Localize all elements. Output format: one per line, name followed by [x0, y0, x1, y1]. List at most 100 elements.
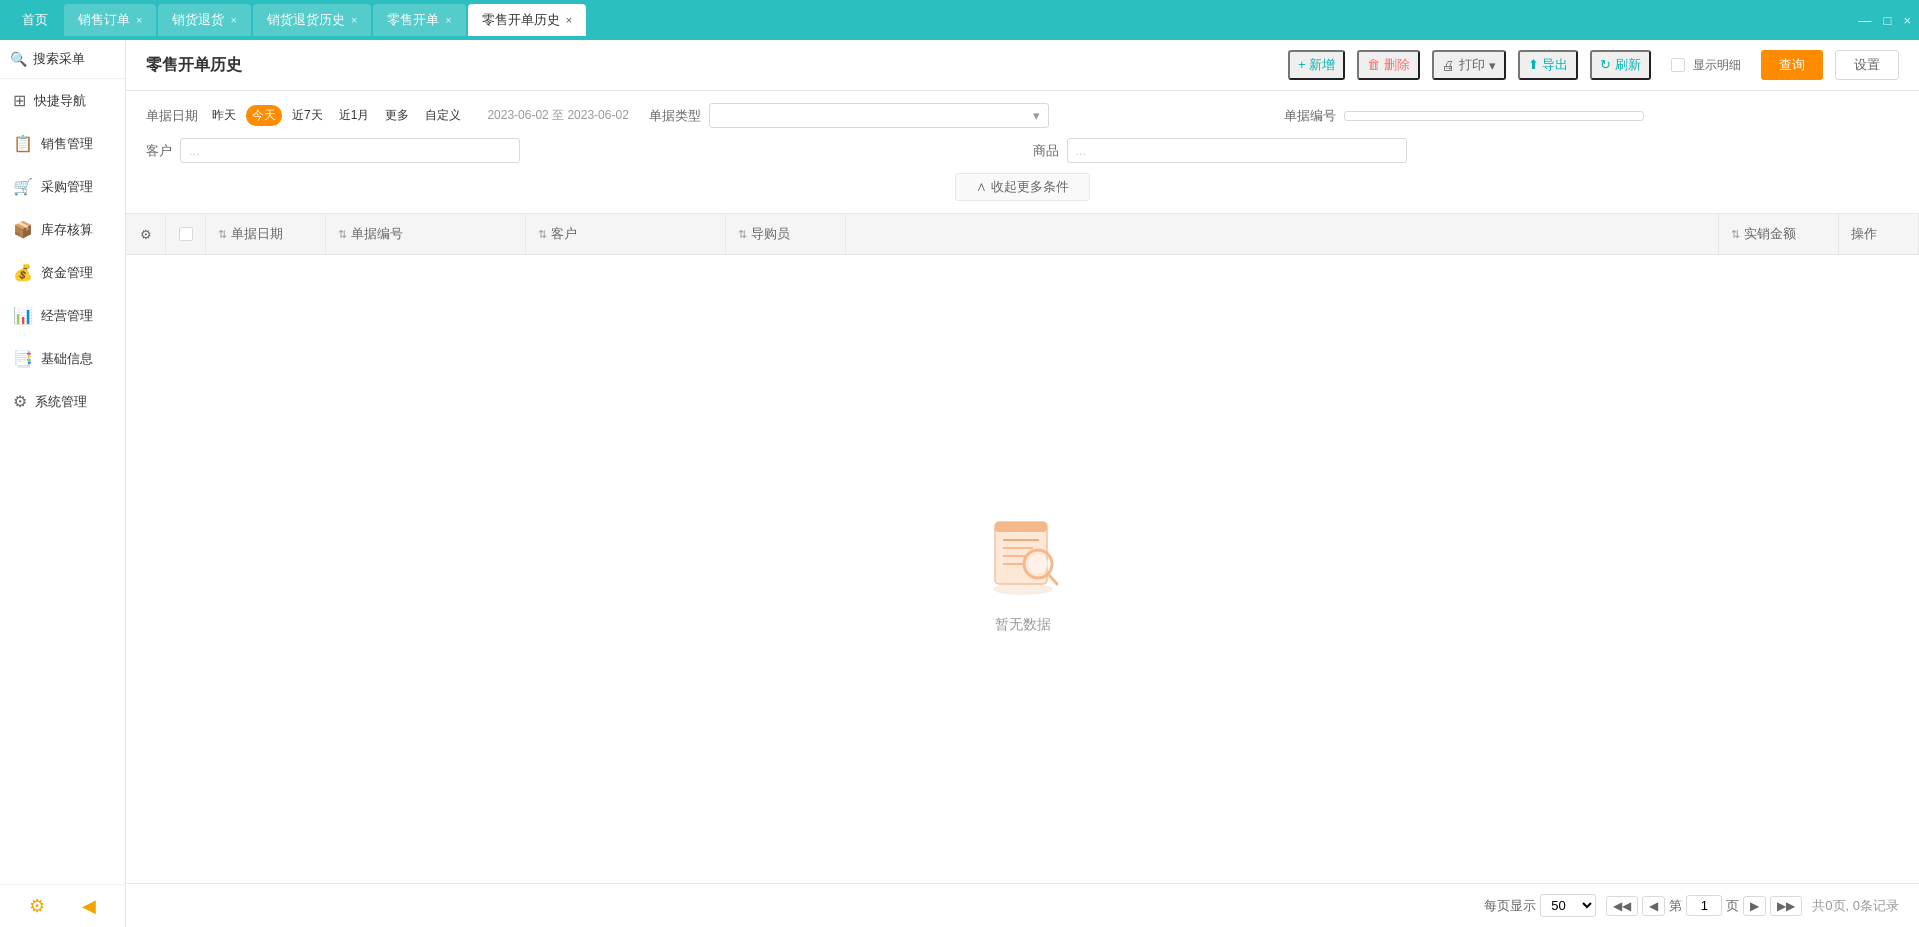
sidebar-item-purchase-mgmt[interactable]: 🛒 采购管理 — [0, 165, 125, 208]
tab-sales-order[interactable]: 销售订单 × — [64, 4, 156, 36]
sort-icon-guide: ⇅ — [738, 228, 747, 241]
operations-icon: 📊 — [13, 306, 33, 325]
page-size-dropdown[interactable]: 50 100 200 — [1540, 894, 1596, 917]
sidebar-item-basic-info-label: 基础信息 — [41, 350, 93, 368]
date-range-display: 2023-06-02 至 2023-06-02 — [487, 107, 628, 124]
tab-sales-order-close[interactable]: × — [136, 14, 142, 26]
date-filter-label: 单据日期 — [146, 107, 198, 125]
top-bar: 首页 销售订单 × 销货退货 × 销货退货历史 × 零售开单 × 零售开单历史 … — [0, 0, 1919, 40]
header-checkbox[interactable] — [179, 227, 193, 241]
sidebar-search[interactable]: 🔍 搜索采单 — [0, 40, 125, 79]
th-customer-label: 客户 — [551, 225, 577, 243]
date-option-7days[interactable]: 近7天 — [286, 105, 329, 126]
sidebar-bottom: ⚙ ◀ — [0, 884, 125, 927]
sidebar-item-inventory-label: 库存核算 — [41, 221, 93, 239]
sidebar-collapse-icon[interactable]: ◀ — [82, 895, 96, 917]
print-button[interactable]: 🖨 打印 ▾ — [1432, 50, 1506, 80]
th-amount[interactable]: ⇅ 实销金额 — [1719, 214, 1839, 254]
tab-sales-order-label: 销售订单 — [78, 11, 130, 29]
sales-mgmt-icon: 📋 — [13, 134, 33, 153]
maximize-button[interactable]: □ — [1884, 13, 1892, 28]
svg-line-9 — [1048, 574, 1057, 584]
finance-icon: 💰 — [13, 263, 33, 282]
sidebar-item-finance[interactable]: 💰 资金管理 — [0, 251, 125, 294]
tab-home[interactable]: 首页 — [8, 4, 62, 36]
order-no-input[interactable] — [1344, 111, 1644, 121]
pagination-bar: 每页显示 50 100 200 ◀◀ ◀ 第 页 ▶ ▶▶ 共0页, 0条记录 — [126, 883, 1919, 927]
tab-retail-open-history[interactable]: 零售开单历史 × — [468, 4, 586, 36]
th-spacer — [846, 214, 1719, 254]
sidebar-item-system-mgmt[interactable]: ⚙ 系统管理 — [0, 380, 125, 423]
customer-input[interactable]: ... — [180, 138, 520, 163]
svg-point-0 — [993, 583, 1053, 595]
date-option-1month[interactable]: 近1月 — [333, 105, 376, 126]
per-page-select: 每页显示 50 100 200 — [1484, 894, 1596, 917]
tab-sales-return-label: 销货退货 — [172, 11, 224, 29]
date-option-today[interactable]: 今天 — [246, 105, 282, 126]
page-header: 零售开单历史 + 新增 🗑 删除 🖨 打印 ▾ ⬆ 导出 ↻ 刷新 显示明细 查… — [126, 40, 1919, 91]
sidebar-item-system-mgmt-label: 系统管理 — [35, 393, 87, 411]
th-checkbox[interactable] — [166, 214, 206, 254]
date-option-yesterday[interactable]: 昨天 — [206, 105, 242, 126]
sidebar-item-quick-nav[interactable]: ⊞ 快捷导航 — [0, 79, 125, 122]
content-area: 零售开单历史 + 新增 🗑 删除 🖨 打印 ▾ ⬆ 导出 ↻ 刷新 显示明细 查… — [126, 40, 1919, 927]
type-select[interactable]: ▾ — [709, 103, 1049, 128]
customer-input-dots: ... — [189, 143, 200, 158]
page-number-input[interactable] — [1686, 895, 1722, 916]
sidebar-settings-icon[interactable]: ⚙ — [29, 895, 45, 917]
close-button[interactable]: × — [1903, 13, 1911, 28]
tab-bar: 首页 销售订单 × 销货退货 × 销货退货历史 × 零售开单 × 零售开单历史 … — [8, 4, 1859, 36]
quick-nav-icon: ⊞ — [13, 91, 26, 110]
sidebar-item-inventory[interactable]: 📦 库存核算 — [0, 208, 125, 251]
filter-more-button[interactable]: ∧ 收起更多条件 — [955, 173, 1090, 201]
product-input[interactable]: ... — [1067, 138, 1407, 163]
settings-button[interactable]: 设置 — [1835, 50, 1899, 80]
sidebar-item-operations[interactable]: 📊 经营管理 — [0, 294, 125, 337]
tab-sales-return-history-label: 销货退货历史 — [267, 11, 345, 29]
tab-retail-open-close[interactable]: × — [445, 14, 451, 26]
delete-button[interactable]: 🗑 删除 — [1357, 50, 1420, 80]
display-detail-label[interactable]: 显示明细 — [1663, 53, 1749, 78]
filter-group-product: 商品 ... — [1033, 138, 1900, 163]
print-dropdown-icon: ▾ — [1489, 58, 1496, 73]
table-header: ⚙ ⇅ 单据日期 ⇅ 单据编号 ⇅ 客户 ⇅ 导购员 — [126, 214, 1919, 255]
filter-group-date-range: 2023-06-02 至 2023-06-02 — [487, 107, 628, 124]
date-options: 昨天 今天 近7天 近1月 更多 自定义 — [206, 105, 467, 126]
tab-sales-return-history-close[interactable]: × — [351, 14, 357, 26]
per-page-label: 每页显示 — [1484, 897, 1536, 915]
th-settings[interactable]: ⚙ — [126, 214, 166, 254]
sidebar-item-basic-info[interactable]: 📑 基础信息 — [0, 337, 125, 380]
tab-sales-return-history[interactable]: 销货退货历史 × — [253, 4, 371, 36]
th-order-no[interactable]: ⇅ 单据编号 — [326, 214, 526, 254]
last-page-button[interactable]: ▶▶ — [1770, 896, 1802, 916]
date-option-more[interactable]: 更多 — [379, 105, 415, 126]
page-unit: 页 — [1726, 897, 1739, 915]
sidebar-item-finance-label: 资金管理 — [41, 264, 93, 282]
tab-sales-return-close[interactable]: × — [230, 14, 236, 26]
tab-retail-open-history-close[interactable]: × — [566, 14, 572, 26]
query-button[interactable]: 查询 — [1761, 50, 1823, 80]
tab-retail-open[interactable]: 零售开单 × — [373, 4, 465, 36]
next-page-button[interactable]: ▶ — [1743, 896, 1766, 916]
th-date[interactable]: ⇅ 单据日期 — [206, 214, 326, 254]
th-guide[interactable]: ⇅ 导购员 — [726, 214, 846, 254]
add-button[interactable]: + 新增 — [1288, 50, 1345, 80]
refresh-button[interactable]: ↻ 刷新 — [1590, 50, 1651, 80]
sidebar-item-operations-label: 经营管理 — [41, 307, 93, 325]
th-customer[interactable]: ⇅ 客户 — [526, 214, 726, 254]
first-page-button[interactable]: ◀◀ — [1606, 896, 1638, 916]
svg-rect-2 — [995, 522, 1047, 532]
customer-filter-label: 客户 — [146, 142, 172, 160]
tab-sales-return[interactable]: 销货退货 × — [158, 4, 250, 36]
minimize-button[interactable]: — — [1859, 13, 1872, 28]
sidebar-item-sales-mgmt[interactable]: 📋 销售管理 — [0, 122, 125, 165]
date-option-custom[interactable]: 自定义 — [419, 105, 467, 126]
prev-page-button[interactable]: ◀ — [1642, 896, 1665, 916]
display-detail-checkbox[interactable] — [1671, 58, 1685, 72]
th-amount-label: 实销金额 — [1744, 225, 1796, 243]
th-date-label: 单据日期 — [231, 225, 283, 243]
filter-group-order-no: 单据编号 — [1284, 107, 1899, 125]
export-button[interactable]: ⬆ 导出 — [1518, 50, 1579, 80]
sidebar-item-quick-nav-label: 快捷导航 — [34, 92, 86, 110]
tab-home-label: 首页 — [22, 11, 48, 29]
